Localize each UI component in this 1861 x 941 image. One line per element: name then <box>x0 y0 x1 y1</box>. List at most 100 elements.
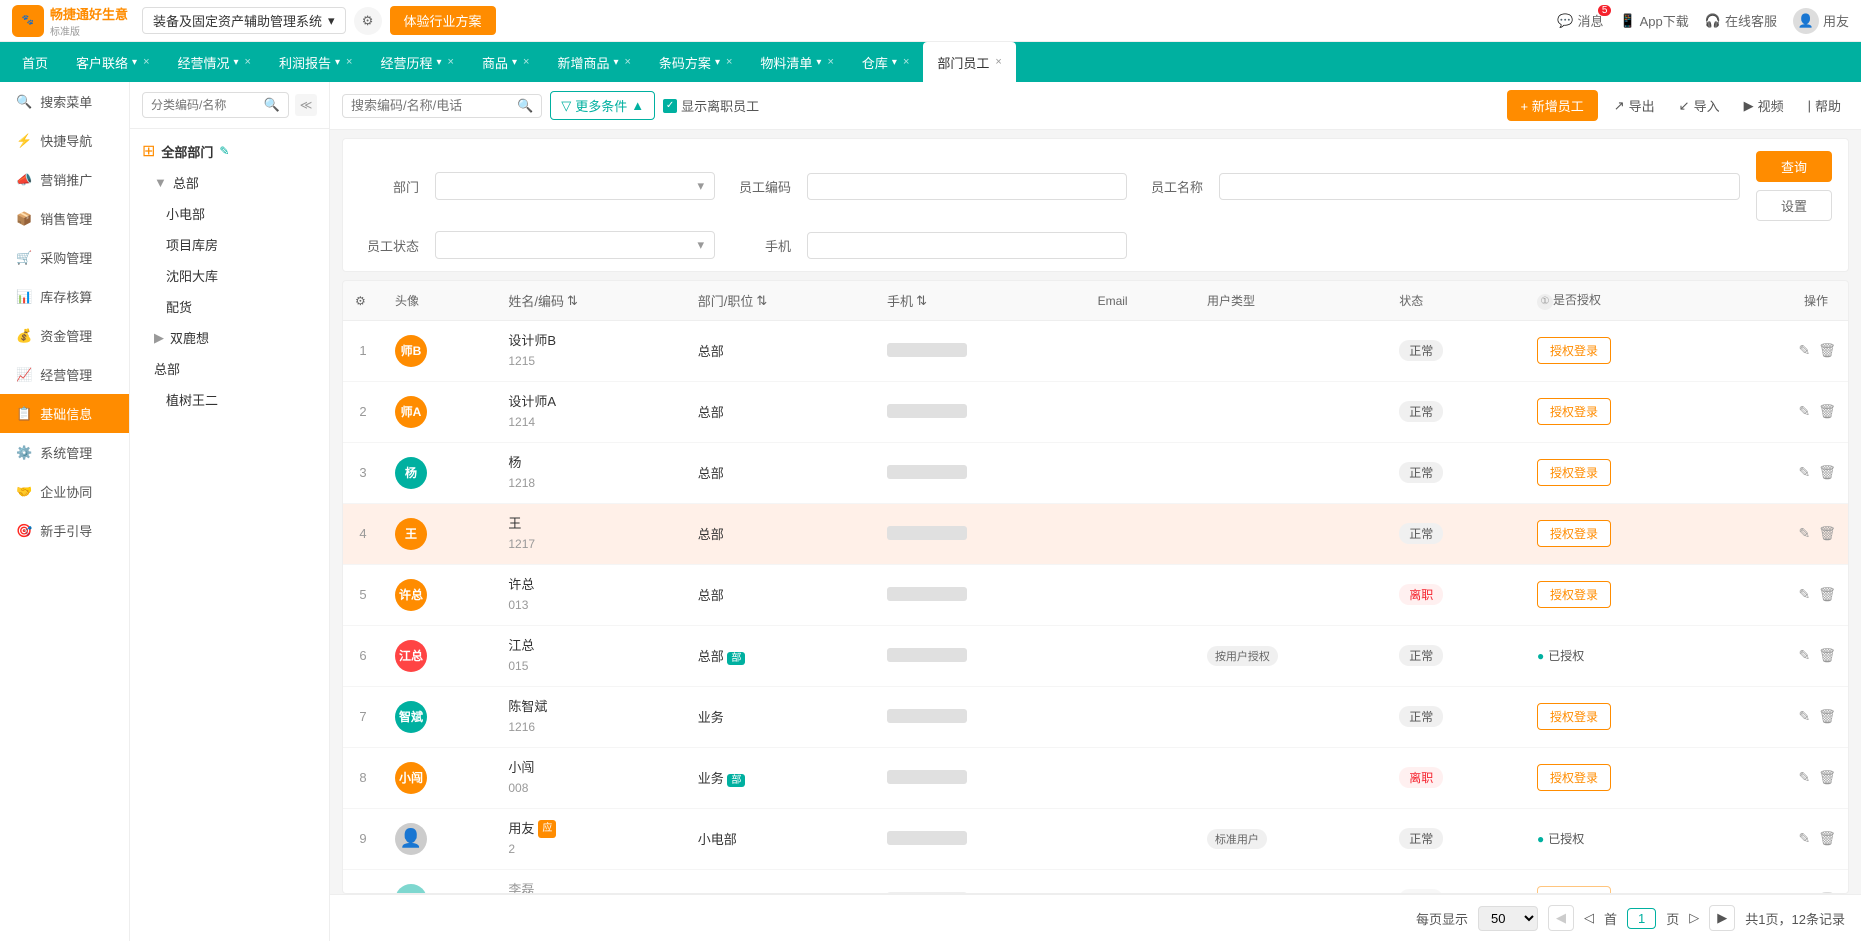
help-button[interactable]: | 帮助 <box>1800 92 1849 119</box>
tab-history[interactable]: 经营历程 ▾ × <box>366 42 467 82</box>
tab-profit[interactable]: 利润报告 ▾ × <box>265 42 366 82</box>
dept-filter-select[interactable]: ▾ <box>435 172 715 200</box>
edit-button[interactable]: ✎ <box>1798 586 1810 603</box>
delete-button[interactable]: 🗑 <box>1818 464 1836 481</box>
tab-barcode[interactable]: 条码方案 ▾ × <box>645 42 746 82</box>
edit-button[interactable]: ✎ <box>1798 464 1810 481</box>
auth-cell[interactable]: 授权登录 <box>1525 442 1723 503</box>
th-name[interactable]: 姓名/编码⇅ <box>496 281 685 321</box>
message-button[interactable]: 💬 消息 5 <box>1557 11 1603 30</box>
close-icon[interactable]: × <box>726 56 732 68</box>
tab-home[interactable]: 首页 <box>8 42 62 82</box>
auth-button[interactable]: 授权登录 <box>1537 886 1611 894</box>
auth-cell[interactable]: 授权登录 <box>1525 381 1723 442</box>
show-resigned-toggle[interactable]: ✓ 显示离职员工 <box>663 96 759 115</box>
sidebar-item-purchase[interactable]: 🛒 采购管理 <box>0 238 129 277</box>
dept-item-small-electric[interactable]: 小电部 <box>130 198 329 229</box>
close-icon[interactable]: × <box>448 56 454 68</box>
edit-button[interactable]: ✎ <box>1798 525 1810 542</box>
trial-button[interactable]: 体验行业方案 <box>390 6 496 35</box>
close-icon[interactable]: × <box>995 56 1001 68</box>
more-filter-button[interactable]: ▽ 更多条件 ▲ <box>550 91 655 120</box>
delete-button[interactable]: 🗑 <box>1818 342 1836 359</box>
online-service-button[interactable]: 🎧 在线客服 <box>1705 11 1777 30</box>
current-page[interactable]: 1 <box>1627 908 1656 929</box>
th-settings[interactable]: ⚙ <box>343 281 383 321</box>
auth-cell[interactable]: 授权登录 <box>1525 564 1723 625</box>
delete-button[interactable]: 🗑 <box>1818 525 1836 542</box>
video-button[interactable]: ▶ 视频 <box>1736 92 1792 119</box>
prev-page-button[interactable]: ◀ <box>1548 905 1574 931</box>
auth-button[interactable]: 授权登录 <box>1537 459 1611 486</box>
collapse-button[interactable]: ≪ <box>295 94 317 116</box>
all-dept-item[interactable]: ⊞ 全部部门 ✎ <box>130 135 329 167</box>
auth-cell[interactable]: 授权登录 <box>1525 503 1723 564</box>
emp-status-select[interactable]: ▾ <box>435 231 715 259</box>
import-button[interactable]: ↙ 导入 <box>1671 92 1728 119</box>
tab-warehouse[interactable]: 仓库 ▾ × <box>848 42 923 82</box>
close-icon[interactable]: × <box>624 56 630 68</box>
dept-item-plantree[interactable]: 植树王二 <box>130 384 329 415</box>
auth-button[interactable]: 授权登录 <box>1537 764 1611 791</box>
edit-button[interactable]: ✎ <box>1798 403 1810 420</box>
edit-button[interactable]: ✎ <box>1798 769 1810 786</box>
auth-button[interactable]: 授权登录 <box>1537 520 1611 547</box>
auth-cell[interactable]: 授权登录 <box>1525 321 1723 382</box>
close-icon[interactable]: × <box>143 56 149 68</box>
sidebar-item-marketing[interactable]: 📣 营销推广 <box>0 160 129 199</box>
sidebar-item-finance[interactable]: 💰 资金管理 <box>0 316 129 355</box>
delete-button[interactable]: 🗑 <box>1818 708 1836 725</box>
app-download-button[interactable]: 📱 App下载 <box>1619 11 1688 30</box>
next-page-button[interactable]: ▶ <box>1709 905 1735 931</box>
sidebar-item-collab[interactable]: 🤝 企业协同 <box>0 472 129 511</box>
search-input[interactable] <box>351 98 511 113</box>
edit-button[interactable]: ✎ <box>1798 647 1810 664</box>
edit-button[interactable]: ✎ <box>1798 708 1810 725</box>
auth-button[interactable]: 授权登录 <box>1537 703 1611 730</box>
search-button[interactable]: 查询 <box>1756 151 1832 182</box>
dept-item-double-deer[interactable]: ▶ 双鹿想 <box>130 322 329 353</box>
system-title[interactable]: 装备及固定资产辅助管理系统 ▾ <box>142 7 346 34</box>
close-icon[interactable]: × <box>827 56 833 68</box>
dept-item-headquarters[interactable]: 总部 <box>130 353 329 384</box>
add-employee-button[interactable]: + 新增员工 <box>1507 90 1598 121</box>
sidebar-item-sales[interactable]: 📦 销售管理 <box>0 199 129 238</box>
phone-input[interactable] <box>807 232 1127 259</box>
delete-button[interactable]: 🗑 <box>1818 403 1836 420</box>
tab-add-goods[interactable]: 新增商品 ▾ × <box>543 42 644 82</box>
dept-item-general[interactable]: ▼ 总部 <box>130 167 329 198</box>
sidebar-item-search[interactable]: 🔍 搜索菜单 <box>0 82 129 121</box>
settings-button[interactable]: ⚙ <box>354 7 382 35</box>
auth-button[interactable]: 授权登录 <box>1537 337 1611 364</box>
tab-customer[interactable]: 客户联络 ▾ × <box>62 42 163 82</box>
tab-goods[interactable]: 商品 ▾ × <box>468 42 543 82</box>
tab-bom[interactable]: 物料清单 ▾ × <box>746 42 847 82</box>
delete-button[interactable]: 🗑 <box>1818 769 1836 786</box>
search-box[interactable]: 🔍 <box>342 94 542 118</box>
tab-operation[interactable]: 经营情况 ▾ × <box>164 42 265 82</box>
auth-cell[interactable]: 授权登录 <box>1525 869 1723 894</box>
auth-cell[interactable]: 已授权 <box>1525 808 1723 869</box>
edit-button[interactable]: ✎ <box>1798 830 1810 847</box>
dept-item-shenyang[interactable]: 沈阳大库 <box>130 260 329 291</box>
tab-department[interactable]: 部门员工 × <box>923 42 1015 82</box>
th-phone[interactable]: 手机⇅ <box>875 281 1086 321</box>
per-page-select[interactable]: 50 100 <box>1478 906 1538 931</box>
edit-icon[interactable]: ✎ <box>219 144 229 158</box>
close-icon[interactable]: × <box>903 56 909 68</box>
auth-button[interactable]: 授权登录 <box>1537 398 1611 425</box>
export-button[interactable]: ↗ 导出 <box>1606 92 1663 119</box>
sidebar-item-inventory[interactable]: 📊 库存核算 <box>0 277 129 316</box>
delete-button[interactable]: 🗑 <box>1818 586 1836 603</box>
sidebar-item-system[interactable]: ⚙️ 系统管理 <box>0 433 129 472</box>
sidebar-item-guide[interactable]: 🎯 新手引导 <box>0 511 129 550</box>
auth-cell[interactable]: 授权登录 <box>1525 747 1723 808</box>
close-icon[interactable]: × <box>523 56 529 68</box>
emp-code-input[interactable] <box>807 173 1127 200</box>
close-icon[interactable]: × <box>245 56 251 68</box>
dept-search-input[interactable] <box>151 98 260 112</box>
reset-button[interactable]: 设置 <box>1756 190 1832 221</box>
auth-button[interactable]: 授权登录 <box>1537 581 1611 608</box>
auth-cell[interactable]: 授权登录 <box>1525 686 1723 747</box>
sidebar-item-operation[interactable]: 📈 经营管理 <box>0 355 129 394</box>
